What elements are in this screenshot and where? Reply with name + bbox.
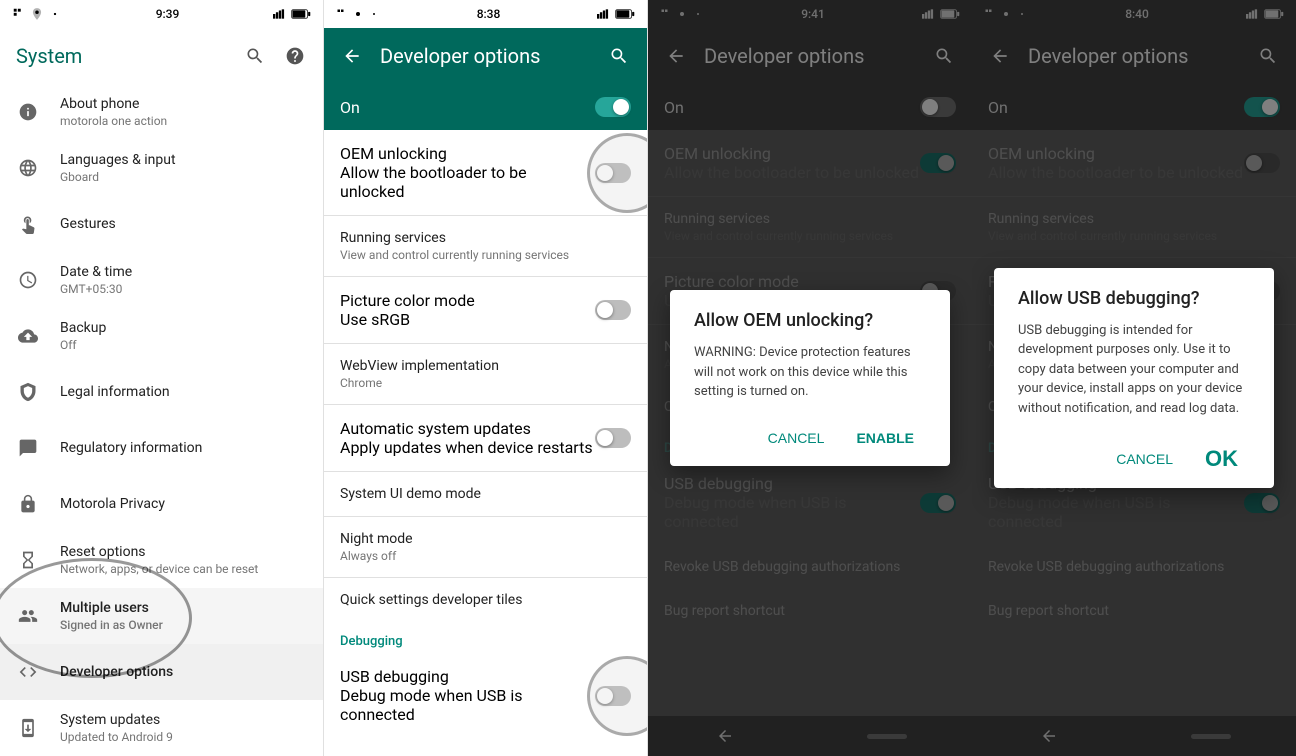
panel-usb-dialog: 8:40 Developer options On OEM unlocking … — [972, 0, 1296, 756]
panel-system-settings: 9:39 System About phone motorola one act… — [0, 0, 324, 756]
usb-toggle[interactable] — [595, 686, 631, 706]
oem-enable-button[interactable]: Enable — [844, 422, 926, 454]
developer-settings-content: OEM unlocking Allow the bootloader to be… — [324, 130, 647, 756]
sidebar-item-about[interactable]: About phone motorola one action — [0, 84, 323, 140]
sidebar-item-languages[interactable]: Languages & input Gboard — [0, 140, 323, 196]
sidebar-item-legal[interactable]: Legal information — [0, 364, 323, 420]
usb-dialog: Allow USB debugging? USB debugging is in… — [994, 268, 1274, 489]
search-button-2[interactable] — [607, 44, 631, 68]
oem-unlocking-text: OEM unlocking Allow the bootloader to be… — [340, 144, 595, 201]
debugging-section: Debugging — [324, 622, 647, 653]
privacy-icon — [16, 492, 40, 516]
sidebar-text-developer: Developer options — [60, 664, 307, 680]
sidebar-item-datetime[interactable]: Date & time GMT+05:30 — [0, 252, 323, 308]
time-2: 8:38 — [477, 7, 501, 21]
sidebar-text-reset: Reset options Network, apps, or device c… — [60, 544, 307, 576]
info-icon — [16, 100, 40, 124]
oem-dialog-overlay: Allow OEM unlocking? WARNING: Device pro… — [648, 0, 972, 756]
picture-color-row[interactable]: Picture color mode Use sRGB — [324, 277, 647, 343]
panel-developer-options: 8:38 Developer options On OEM unlocking … — [324, 0, 648, 756]
sidebar-item-updates[interactable]: System updates Updated to Android 9 — [0, 700, 323, 756]
status-icons-left-2 — [336, 8, 380, 20]
sidebar-item-developer[interactable]: Developer options — [0, 644, 323, 700]
appbar-1: System — [0, 28, 323, 84]
language-icon — [16, 156, 40, 180]
auto-updates-toggle[interactable] — [595, 428, 631, 448]
oem-cancel-button[interactable]: Cancel — [756, 422, 837, 454]
usb-debugging-row[interactable]: USB debugging Debug mode when USB is con… — [324, 653, 647, 738]
appbar-title-2: Developer options — [380, 44, 591, 68]
sidebar-text-backup: Backup Off — [60, 320, 307, 352]
usb-cancel-button[interactable]: Cancel — [1104, 438, 1185, 480]
oem-toggle[interactable] — [595, 163, 631, 183]
usb-dialog-overlay: Allow USB debugging? USB debugging is in… — [972, 0, 1296, 756]
sidebar-text-regulatory: Regulatory information — [60, 440, 307, 456]
oem-dialog-title: Allow OEM unlocking? — [694, 310, 926, 331]
developer-icon — [16, 660, 40, 684]
gestures-icon — [16, 212, 40, 236]
reset-icon — [16, 548, 40, 572]
search-button-1[interactable] — [243, 44, 267, 68]
sidebar-content: About phone motorola one action Language… — [0, 84, 323, 756]
oem-dialog-actions: Cancel Enable — [694, 422, 926, 454]
regulatory-icon — [16, 436, 40, 460]
sidebar-text-languages: Languages & input Gboard — [60, 152, 307, 184]
sidebar-text-datetime: Date & time GMT+05:30 — [60, 264, 307, 296]
time-1: 9:39 — [156, 7, 180, 21]
sidebar-text-users: Multiple users Signed in as Owner — [60, 600, 307, 632]
usb-dialog-body: USB debugging is intended for developmen… — [1018, 321, 1250, 419]
help-button-1[interactable] — [283, 44, 307, 68]
panel-oem-dialog: 9:41 Developer options On OEM unlocking … — [648, 0, 972, 756]
oem-unlocking-row[interactable]: OEM unlocking Allow the bootloader to be… — [324, 130, 647, 215]
night-mode-row[interactable]: Night mode Always off — [324, 517, 647, 577]
usb-dialog-title: Allow USB debugging? — [1018, 288, 1250, 309]
on-banner-2: On — [324, 84, 647, 130]
on-toggle-2[interactable] — [595, 97, 631, 117]
on-label-2: On — [340, 98, 360, 117]
sidebar-item-regulatory[interactable]: Regulatory information — [0, 420, 323, 476]
running-services-row[interactable]: Running services View and control curren… — [324, 216, 647, 276]
usb-ok-button[interactable]: OK — [1193, 438, 1250, 480]
updates-icon — [16, 716, 40, 740]
auto-updates-row[interactable]: Automatic system updates Apply updates w… — [324, 405, 647, 471]
sidebar-item-privacy[interactable]: Motorola Privacy — [0, 476, 323, 532]
usb-debugging-text: USB debugging Debug mode when USB is con… — [340, 667, 595, 724]
status-icons-right-1 — [273, 8, 311, 20]
back-button-2[interactable] — [340, 44, 364, 68]
picture-color-text: Picture color mode Use sRGB — [340, 291, 595, 329]
sidebar-item-users[interactable]: Multiple users Signed in as Owner — [0, 588, 323, 644]
picture-color-toggle[interactable] — [595, 300, 631, 320]
quick-settings-row[interactable]: Quick settings developer tiles — [324, 578, 647, 622]
status-icons-right-2 — [597, 8, 635, 20]
legal-icon — [16, 380, 40, 404]
appbar-title-1: System — [16, 44, 227, 68]
nav-bar-2 — [324, 746, 647, 756]
sidebar-text-legal: Legal information — [60, 384, 307, 400]
sidebar-text-updates: System updates Updated to Android 9 — [60, 712, 307, 744]
usb-row-wrapper: USB debugging Debug mode when USB is con… — [324, 653, 647, 738]
oem-row-wrapper: OEM unlocking Allow the bootloader to be… — [324, 130, 647, 215]
sidebar-item-backup[interactable]: Backup Off — [0, 308, 323, 364]
status-icons-left-1 — [12, 7, 62, 21]
appbar-2: Developer options — [324, 28, 647, 84]
toggle-thumb-2 — [613, 99, 629, 115]
oem-dialog: Allow OEM unlocking? WARNING: Device pro… — [670, 290, 950, 466]
auto-updates-text: Automatic system updates Apply updates w… — [340, 419, 595, 457]
backup-icon — [16, 324, 40, 348]
usb-dialog-actions: Cancel OK — [1018, 438, 1250, 480]
status-bar-2: 8:38 — [324, 0, 647, 28]
sidebar-item-gestures[interactable]: Gestures — [0, 196, 323, 252]
sidebar-text-gestures: Gestures — [60, 216, 307, 232]
clock-icon — [16, 268, 40, 292]
sidebar-text-about: About phone motorola one action — [60, 96, 307, 128]
oem-dialog-body: WARNING: Device protection features will… — [694, 343, 926, 402]
sidebar-text-privacy: Motorola Privacy — [60, 496, 307, 512]
webview-row[interactable]: WebView implementation Chrome — [324, 344, 647, 404]
users-icon — [16, 604, 40, 628]
ui-demo-row[interactable]: System UI demo mode — [324, 472, 647, 516]
sidebar-item-reset[interactable]: Reset options Network, apps, or device c… — [0, 532, 323, 588]
status-bar-1: 9:39 — [0, 0, 323, 28]
